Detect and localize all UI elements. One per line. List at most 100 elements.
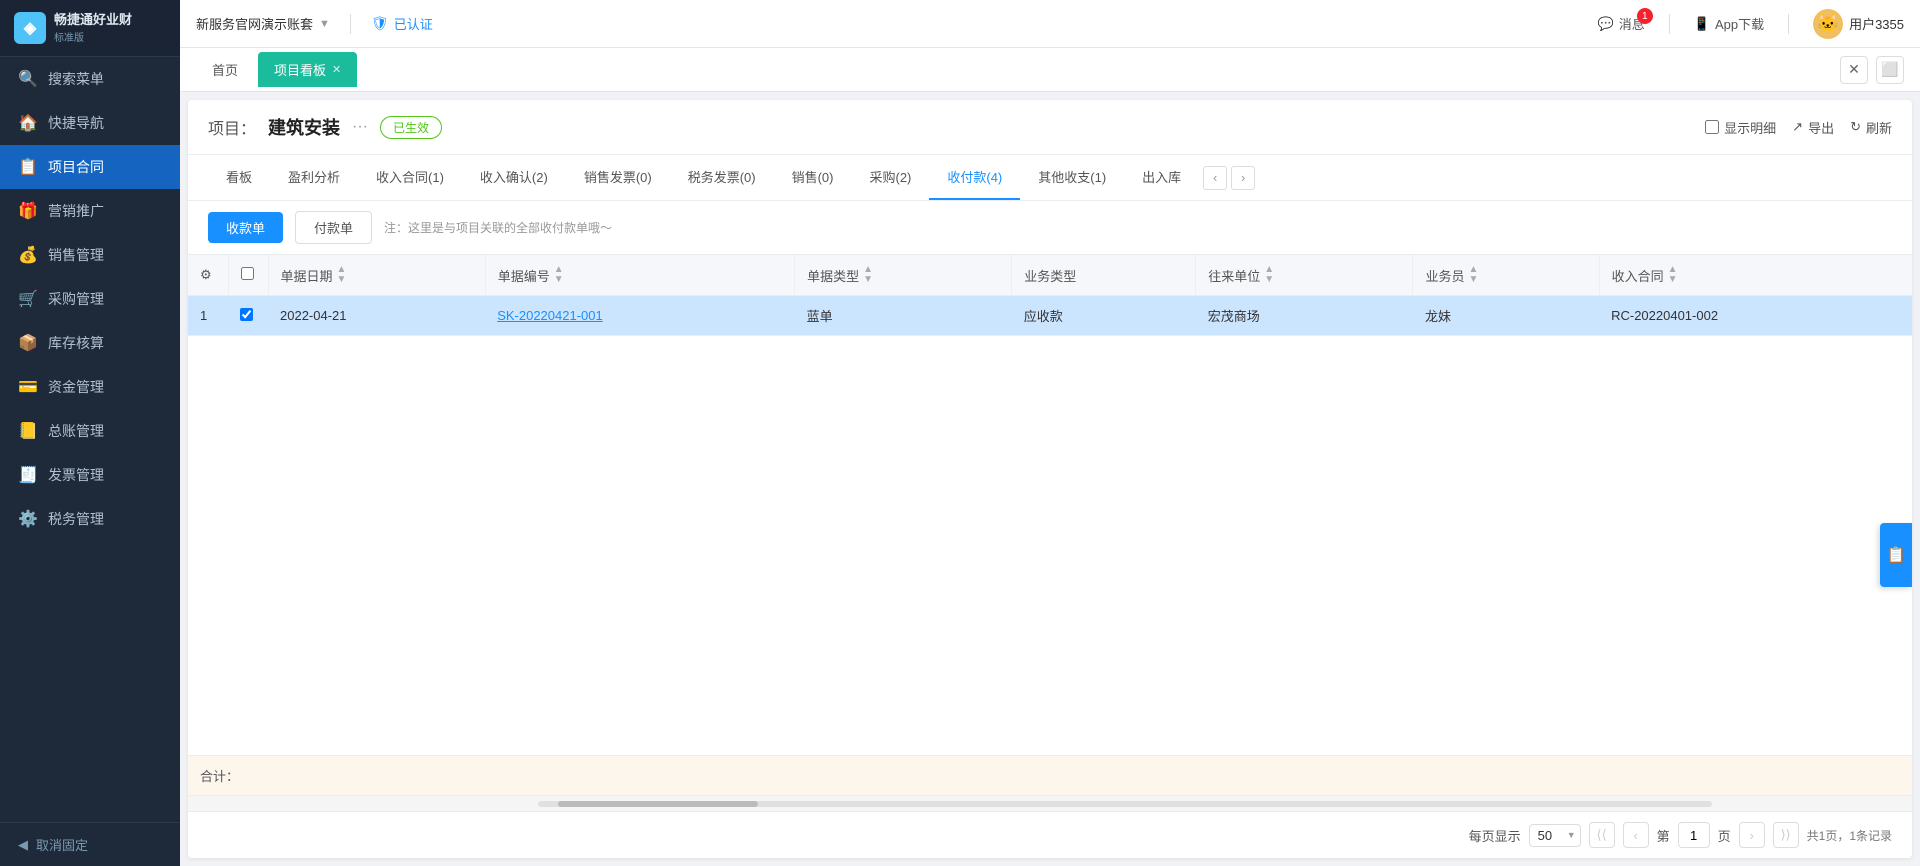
row-checkbox[interactable] — [240, 308, 253, 321]
sub-tab-other-expense[interactable]: 其他收支(1) — [1020, 155, 1124, 200]
sub-tab-warehouse[interactable]: 出入库 — [1124, 155, 1199, 200]
collection-bar: 收款单 付款单 注：这里是与项目关联的全部收付款单哦～ — [188, 201, 1912, 255]
project-icon: 📋 — [18, 157, 38, 177]
project-more-btn[interactable]: ··· — [352, 118, 368, 136]
payment-btn[interactable]: 付款单 — [295, 211, 372, 244]
project-header: 项目： 建筑安装 ··· 已生效 显示明细 ↗ 导出 ↻ 刷新 — [188, 100, 1912, 155]
receipt-btn[interactable]: 收款单 — [208, 212, 283, 243]
sidebar-label-inventory: 库存核算 — [48, 333, 104, 353]
app-download-label: App下载 — [1715, 14, 1764, 33]
sub-tab-income-contract[interactable]: 收入合同(1) — [358, 155, 462, 200]
th-salesperson[interactable]: 业务员 ▲▼ — [1413, 255, 1599, 296]
td-biz-type: 应收款 — [1012, 296, 1196, 336]
th-doc-type[interactable]: 单据类型 ▲▼ — [795, 255, 1012, 296]
main-area: 新服务官网演示账套 ▼ 🛡 已认证 💬 消息 1 📱 App下载 🐱 用户335… — [180, 0, 1920, 866]
tab-project-board[interactable]: 项目看板 ✕ — [258, 52, 357, 87]
certified-status: 🛡 已认证 — [371, 14, 433, 33]
show-detail-checkbox[interactable] — [1705, 120, 1719, 134]
sidebar-logo: ◈ 畅捷通好业财 标准版 — [0, 0, 180, 57]
tab-home[interactable]: 首页 — [196, 52, 254, 87]
horizontal-scrollbar[interactable] — [188, 795, 1912, 811]
pagination-last-btn[interactable]: ⟩⟩ — [1773, 822, 1799, 848]
invoice-icon: 🧾 — [18, 465, 38, 485]
message-btn[interactable]: 💬 消息 1 — [1598, 14, 1645, 33]
sidebar-item-shortcut[interactable]: 🏠 快捷导航 — [0, 101, 180, 145]
topbar: 新服务官网演示账套 ▼ 🛡 已认证 💬 消息 1 📱 App下载 🐱 用户335… — [180, 0, 1920, 48]
sidebar-unpin[interactable]: ◀ 取消固定 — [0, 822, 180, 866]
export-icon: ↗ — [1792, 119, 1803, 135]
sub-tabs-prev-arrow[interactable]: ‹ — [1203, 166, 1227, 190]
inventory-icon: 📦 — [18, 333, 38, 353]
th-doc-no[interactable]: 单据编号 ▲▼ — [485, 255, 794, 296]
sidebar-item-finance[interactable]: 💳 资金管理 — [0, 365, 180, 409]
sub-tabs-next-arrow[interactable]: › — [1231, 166, 1255, 190]
td-partner: 宏茂商场 — [1196, 296, 1413, 336]
th-checkbox[interactable] — [228, 255, 268, 296]
select-all-checkbox[interactable] — [241, 267, 254, 280]
tab-maximize-btn[interactable]: ⬜ — [1876, 56, 1904, 84]
sidebar-item-ledger[interactable]: 📒 总账管理 — [0, 409, 180, 453]
sub-tab-sales[interactable]: 销售(0) — [774, 155, 852, 200]
account-dropdown-icon: ▼ — [319, 18, 330, 30]
sidebar-item-tax[interactable]: ⚙️ 税务管理 — [0, 497, 180, 541]
project-status-badge: 已生效 — [380, 116, 442, 139]
pagination-next-btn[interactable]: › — [1739, 822, 1765, 848]
doc-no-link[interactable]: SK-20220421-001 — [497, 308, 603, 323]
right-float-btn[interactable]: 📋 — [1880, 523, 1912, 587]
td-doc-type: 蓝单 — [795, 296, 1012, 336]
th-income-contract[interactable]: 收入合同 ▲▼ — [1599, 255, 1912, 296]
user-menu[interactable]: 🐱 用户3355 — [1813, 9, 1904, 39]
td-doc-no[interactable]: SK-20220421-001 — [485, 296, 794, 336]
th-biz-type[interactable]: 业务类型 — [1012, 255, 1196, 296]
tab-close-icon[interactable]: ✕ — [332, 63, 341, 76]
sidebar-item-inventory[interactable]: 📦 库存核算 — [0, 321, 180, 365]
sidebar-item-project[interactable]: 📋 项目合同 — [0, 145, 180, 189]
sub-tab-tax-invoice[interactable]: 税务发票(0) — [670, 155, 774, 200]
sidebar-label-sales: 销售管理 — [48, 245, 104, 265]
sidebar-item-marketing[interactable]: 🎁 营销推广 — [0, 189, 180, 233]
page-number-input[interactable] — [1678, 822, 1710, 848]
app-download-btn[interactable]: 📱 App下载 — [1694, 14, 1764, 33]
collection-note: 注：这里是与项目关联的全部收付款单哦～ — [384, 219, 612, 236]
th-date[interactable]: 单据日期 ▲▼ — [268, 255, 485, 296]
pagination: 每页显示 50 100 200 ⟨⟨ ‹ 第 页 › ⟩⟩ 共1页，1条记录 — [188, 811, 1912, 858]
pagination-prev-btn[interactable]: ‹ — [1623, 822, 1649, 848]
sort-salesperson-icon: ▲▼ — [1468, 265, 1478, 285]
sidebar-label-purchase: 采购管理 — [48, 289, 104, 309]
sidebar-item-purchase[interactable]: 🛒 采购管理 — [0, 277, 180, 321]
sub-tab-profit[interactable]: 盈利分析 — [270, 155, 358, 200]
message-icon: 💬 — [1598, 16, 1614, 32]
pagination-first-btn[interactable]: ⟨⟨ — [1589, 822, 1615, 848]
td-salesperson: 龙妹 — [1413, 296, 1599, 336]
tab-project-board-label: 项目看板 — [274, 60, 326, 79]
ledger-icon: 📒 — [18, 421, 38, 441]
th-settings[interactable]: ⚙ — [188, 255, 228, 296]
settings-icon: ⚙ — [200, 267, 212, 282]
refresh-action[interactable]: ↻ 刷新 — [1850, 118, 1892, 137]
tab-close-window-btn[interactable]: ✕ — [1840, 56, 1868, 84]
export-action[interactable]: ↗ 导出 — [1792, 118, 1834, 137]
content-area: 项目： 建筑安装 ··· 已生效 显示明细 ↗ 导出 ↻ 刷新 — [188, 100, 1912, 858]
project-title: 建筑安装 — [268, 114, 340, 140]
sub-tab-purchase[interactable]: 采购(2) — [851, 155, 929, 200]
sub-tab-sales-invoice[interactable]: 销售发票(0) — [566, 155, 670, 200]
th-partner[interactable]: 往来单位 ▲▼ — [1196, 255, 1413, 296]
sidebar-label-finance: 资金管理 — [48, 377, 104, 397]
sidebar-item-sales[interactable]: 💰 销售管理 — [0, 233, 180, 277]
sidebar-menu: 🔍 搜索菜单 🏠 快捷导航 📋 项目合同 🎁 营销推广 💰 销售管理 🛒 采购管… — [0, 57, 180, 822]
topbar-divider-1 — [350, 14, 351, 34]
table-footer: 合计： — [188, 755, 1912, 795]
sub-tab-income-confirm[interactable]: 收入确认(2) — [462, 155, 566, 200]
sidebar-item-invoice[interactable]: 🧾 发票管理 — [0, 453, 180, 497]
per-page-select-wrap[interactable]: 50 100 200 — [1529, 824, 1581, 847]
td-checkbox[interactable] — [228, 296, 268, 336]
per-page-select[interactable]: 50 100 200 — [1529, 824, 1581, 847]
account-selector[interactable]: 新服务官网演示账套 ▼ — [196, 14, 330, 33]
sub-tabs: 看板 盈利分析 收入合同(1) 收入确认(2) 销售发票(0) 税务发票(0) … — [188, 155, 1912, 201]
scrollbar-thumb[interactable] — [558, 801, 758, 807]
sidebar-item-search[interactable]: 🔍 搜索菜单 — [0, 57, 180, 101]
table-row[interactable]: 1 2022-04-21 SK-20220421-001 蓝单 应收款 宏茂商场… — [188, 296, 1912, 336]
show-detail-action[interactable]: 显示明细 — [1705, 118, 1776, 137]
sub-tab-kanban[interactable]: 看板 — [208, 155, 270, 200]
sub-tab-receipt[interactable]: 收付款(4) — [929, 155, 1020, 200]
